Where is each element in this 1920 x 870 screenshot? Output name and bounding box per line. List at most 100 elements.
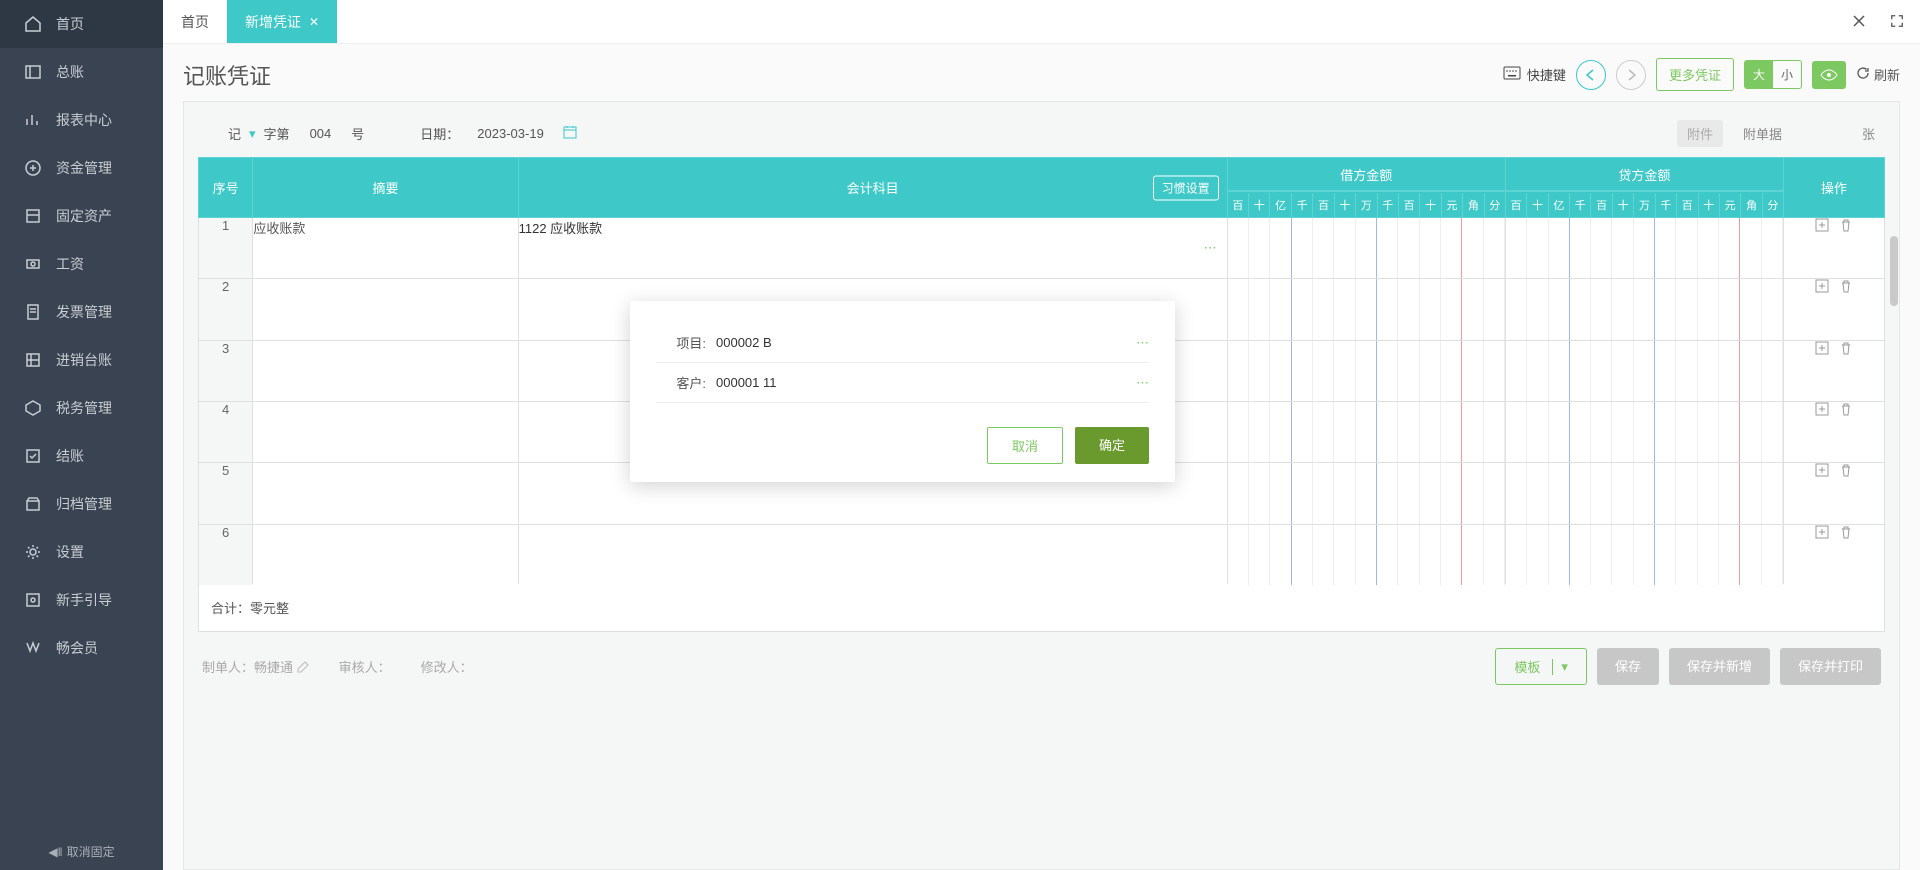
debit-cell[interactable]	[1227, 463, 1505, 524]
debit-cell[interactable]	[1227, 218, 1505, 279]
attachment-button[interactable]: 附件	[1677, 120, 1723, 147]
refresh-button[interactable]: 刷新	[1856, 65, 1900, 84]
insert-row-icon[interactable]	[1815, 279, 1829, 296]
summary-cell[interactable]	[253, 279, 518, 340]
sidebar-item-settings[interactable]: 设置	[0, 528, 163, 576]
digit-header: 十	[1335, 193, 1356, 217]
voucher-number-input[interactable]: 004	[298, 124, 344, 143]
summary-cell[interactable]: 应收账款	[253, 218, 518, 279]
insert-row-icon[interactable]	[1815, 463, 1829, 480]
sidebar-item-invoice[interactable]: 发票管理	[0, 288, 163, 336]
credit-cell[interactable]	[1505, 524, 1783, 585]
sidebar-item-guide[interactable]: 新手引导	[0, 576, 163, 624]
fullscreen-icon[interactable]	[1882, 6, 1912, 36]
customer-input[interactable]	[716, 375, 1126, 390]
sidebar-item-label: 首页	[56, 14, 84, 34]
digit-header: 角	[1741, 193, 1762, 217]
account-more-icon[interactable]: ⋯	[1204, 240, 1217, 256]
credit-cell[interactable]	[1505, 218, 1783, 279]
summary-cell[interactable]	[253, 463, 518, 524]
delete-row-icon[interactable]	[1839, 525, 1853, 542]
sidebar-item-ledger[interactable]: 总账	[0, 48, 163, 96]
save-and-new-button[interactable]: 保存并新增	[1669, 648, 1770, 685]
prev-voucher-button[interactable]	[1576, 60, 1606, 90]
sidebar-item-label: 报表中心	[56, 110, 112, 130]
insert-row-icon[interactable]	[1815, 341, 1829, 358]
insert-row-icon[interactable]	[1815, 218, 1829, 235]
voucher-type-select[interactable]: 记	[228, 124, 241, 143]
sidebar-item-archive[interactable]: 归档管理	[0, 480, 163, 528]
next-voucher-button[interactable]	[1616, 60, 1646, 90]
pin-toggle[interactable]: ◀‖ 取消固定	[0, 833, 163, 870]
credit-cell[interactable]	[1505, 279, 1783, 340]
scrollbar[interactable]	[1890, 236, 1898, 306]
fund-icon	[24, 159, 42, 177]
template-button[interactable]: 模板 ▾	[1495, 648, 1587, 685]
sidebar-item-tax[interactable]: 税务管理	[0, 384, 163, 432]
credit-cell[interactable]	[1505, 340, 1783, 401]
page-title: 记账凭证	[183, 59, 271, 91]
delete-row-icon[interactable]	[1839, 218, 1853, 235]
size-small[interactable]: 小	[1773, 61, 1801, 88]
delete-row-icon[interactable]	[1839, 463, 1853, 480]
calendar-icon[interactable]	[562, 124, 578, 143]
more-vouchers-button[interactable]: 更多凭证	[1656, 58, 1734, 91]
confirm-button[interactable]: 确定	[1075, 427, 1149, 464]
th-ops: 操作	[1784, 158, 1884, 217]
sidebar-item-report[interactable]: 报表中心	[0, 96, 163, 144]
summary-cell[interactable]	[253, 524, 518, 585]
ops-cell	[1784, 218, 1885, 279]
pin-label: 取消固定	[67, 843, 115, 860]
size-large[interactable]: 大	[1745, 61, 1773, 88]
save-button[interactable]: 保存	[1597, 648, 1659, 685]
chevron-down-icon[interactable]: ▾	[1552, 659, 1568, 675]
sidebar-item-fund[interactable]: 资金管理	[0, 144, 163, 192]
tab-home[interactable]: 首页	[163, 0, 227, 43]
cancel-button[interactable]: 取消	[987, 427, 1063, 464]
chevron-down-icon[interactable]: ▾	[249, 126, 256, 142]
tab-close-icon[interactable]: ✕	[309, 15, 319, 29]
debit-cell[interactable]	[1227, 340, 1505, 401]
summary-cell[interactable]	[253, 401, 518, 462]
summary-cell[interactable]	[253, 340, 518, 401]
delete-row-icon[interactable]	[1839, 402, 1853, 419]
habit-settings-button[interactable]: 习惯设置	[1153, 175, 1219, 200]
sidebar-item-close[interactable]: 结账	[0, 432, 163, 480]
sidebar: 首页总账报表中心资金管理固定资产工资发票管理进销台账税务管理结账归档管理设置新手…	[0, 0, 163, 870]
tab-new-voucher[interactable]: 新增凭证 ✕	[227, 0, 337, 43]
debit-cell[interactable]	[1227, 524, 1505, 585]
credit-cell[interactable]	[1505, 401, 1783, 462]
delete-row-icon[interactable]	[1839, 341, 1853, 358]
sidebar-item-home[interactable]: 首页	[0, 0, 163, 48]
project-label: 项目:	[656, 333, 706, 352]
sidebar-item-salary[interactable]: 工资	[0, 240, 163, 288]
account-cell[interactable]: 1122 应收账款⋯	[518, 218, 1227, 279]
credit-cell[interactable]	[1505, 463, 1783, 524]
debit-cell[interactable]	[1227, 279, 1505, 340]
save-and-print-button[interactable]: 保存并打印	[1780, 648, 1881, 685]
customer-more-icon[interactable]: ⋯	[1136, 375, 1149, 391]
insert-row-icon[interactable]	[1815, 525, 1829, 542]
settings-icon	[24, 543, 42, 561]
sidebar-item-asset[interactable]: 固定资产	[0, 192, 163, 240]
digit-header: 百	[1399, 193, 1420, 217]
sidebar-item-label: 固定资产	[56, 206, 112, 226]
account-cell[interactable]	[518, 524, 1227, 585]
sidebar-item-stock[interactable]: 进销台账	[0, 336, 163, 384]
delete-row-icon[interactable]	[1839, 279, 1853, 296]
sheets-label: 张	[1862, 124, 1875, 143]
project-input[interactable]	[716, 335, 1126, 350]
shortcut-button[interactable]: 快捷键	[1503, 65, 1566, 84]
hao-label: 号	[351, 124, 364, 143]
project-more-icon[interactable]: ⋯	[1136, 335, 1149, 351]
digit-header: 十	[1527, 193, 1548, 217]
date-input[interactable]: 2023-03-19	[467, 124, 554, 143]
sidebar-item-vip[interactable]: 畅会员	[0, 624, 163, 672]
visibility-button[interactable]	[1812, 61, 1846, 89]
close-window-icon[interactable]	[1844, 6, 1874, 36]
insert-row-icon[interactable]	[1815, 402, 1829, 419]
table-row: 6	[199, 524, 1885, 585]
debit-cell[interactable]	[1227, 401, 1505, 462]
th-summary: 摘要	[253, 158, 517, 217]
th-debit: 借方金额	[1228, 159, 1505, 191]
